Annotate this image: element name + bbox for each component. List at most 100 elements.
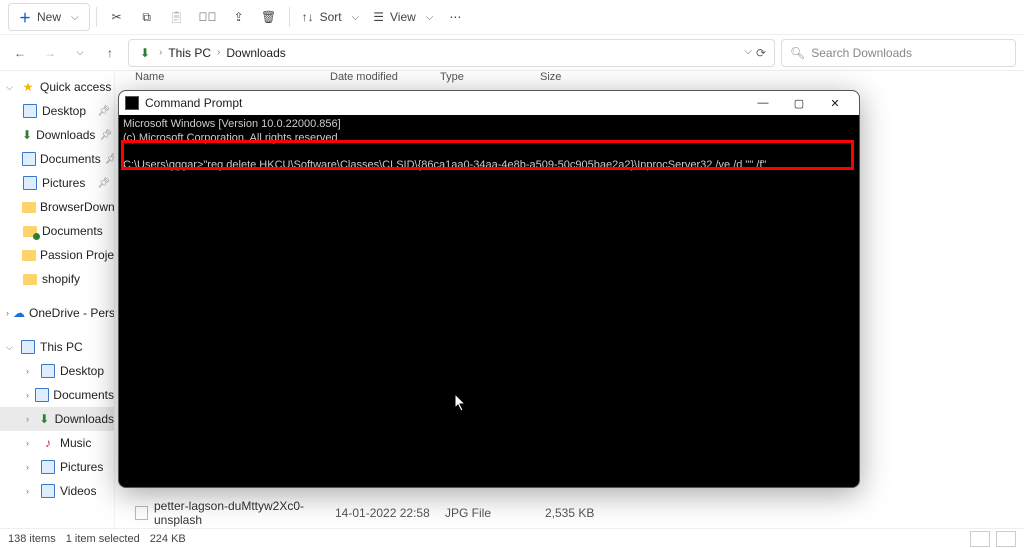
rename-button[interactable]: ✎⃞: [193, 3, 223, 31]
mouse-cursor: [455, 394, 467, 412]
sidebar-item-label: Documents: [42, 224, 103, 238]
sidebar-item-passion[interactable]: Passion Project: [0, 243, 114, 267]
refresh-button[interactable]: ⟳: [756, 46, 766, 60]
columns-header[interactable]: Name Date modified Type Size: [115, 71, 1024, 91]
sidebar-item-label: shopify: [42, 272, 80, 286]
view-icon: ☰: [373, 10, 384, 24]
address-bar[interactable]: ⬇ › This PC › Downloads ⌵ ⟳: [128, 39, 775, 67]
cmd-terminal[interactable]: Microsoft Windows [Version 10.0.22000.85…: [119, 115, 859, 487]
search-icon: 🔍︎: [790, 46, 805, 60]
pc-icon: [21, 340, 35, 354]
sidebar-onedrive[interactable]: ›☁OneDrive - Perso: [0, 301, 114, 325]
maximize-button[interactable]: ▢: [781, 91, 817, 115]
sort-label: Sort: [320, 10, 342, 24]
col-size[interactable]: Size: [540, 71, 640, 91]
sort-button[interactable]: ↑↓ Sort: [296, 3, 366, 31]
back-button[interactable]: ←: [8, 41, 32, 65]
share-icon: ⇪: [234, 10, 244, 24]
sidebar-item-label: Music: [60, 436, 91, 450]
rename-icon: ✎⃞: [199, 10, 217, 24]
sidebar-item-shopify[interactable]: shopify: [0, 267, 114, 291]
file-name: petter-lagson-duMttyw2Xc0-unsplash: [154, 499, 335, 527]
more-icon: ⋯: [449, 10, 461, 24]
up-button[interactable]: ↑: [98, 41, 122, 65]
col-type[interactable]: Type: [440, 71, 540, 91]
minimize-button[interactable]: —: [745, 91, 781, 115]
onedrive-label: OneDrive - Perso: [29, 306, 115, 320]
sidebar-pc-documents[interactable]: ›Documents: [0, 383, 114, 407]
sidebar-item-pictures[interactable]: Pictures 📌︎: [0, 171, 114, 195]
search-box[interactable]: 🔍︎ Search Downloads: [781, 39, 1016, 67]
file-row[interactable]: petter-lagson-duMttyw2Xc0-unsplash 14-01…: [135, 502, 645, 524]
downloads-icon: ⬇: [22, 127, 32, 143]
sidebar: ⌵★Quick access Desktop📌︎ ⬇Downloads📌︎ Do…: [0, 71, 115, 528]
close-button[interactable]: ✕: [817, 91, 853, 115]
copy-button[interactable]: ⧉: [133, 3, 161, 31]
col-date[interactable]: Date modified: [330, 71, 440, 91]
view-button[interactable]: ☰ View: [367, 3, 439, 31]
sidebar-pc-videos[interactable]: ›Videos: [0, 479, 114, 503]
sidebar-item-desktop[interactable]: Desktop📌︎: [0, 99, 114, 123]
folder-icon: [23, 226, 37, 237]
cut-button[interactable]: ✂: [103, 3, 131, 31]
sidebar-thispc[interactable]: ⌵This PC: [0, 335, 114, 359]
more-button[interactable]: ⋯: [441, 3, 469, 31]
view-details-button[interactable]: [970, 531, 990, 547]
sidebar-pc-downloads[interactable]: ›⬇Downloads: [0, 407, 114, 431]
new-button[interactable]: ＋ New: [8, 3, 90, 31]
forward-button[interactable]: →: [38, 41, 62, 65]
chevron-down-icon[interactable]: ⌵: [744, 46, 752, 60]
chevron-right-icon: ›: [217, 47, 220, 58]
recent-dropdown[interactable]: ⌵: [68, 41, 92, 65]
file-icon: [135, 506, 148, 520]
cmd-line1: Microsoft Windows [Version 10.0.22000.85…: [123, 118, 341, 130]
sidebar-pc-music[interactable]: ›♪Music: [0, 431, 114, 455]
separator: [289, 7, 290, 27]
highlight-box: [121, 140, 854, 170]
separator: [96, 7, 97, 27]
sidebar-item-browserdl[interactable]: BrowserDownlo: [0, 195, 114, 219]
cmd-titlebar[interactable]: Command Prompt — ▢ ✕: [119, 91, 859, 115]
sidebar-item-downloads[interactable]: ⬇Downloads📌︎: [0, 123, 114, 147]
status-items: 138 items: [8, 533, 56, 545]
sidebar-item-label: Pictures: [60, 460, 103, 474]
thispc-label: This PC: [40, 340, 83, 354]
sidebar-pc-desktop[interactable]: ›Desktop: [0, 359, 114, 383]
sidebar-quick-access[interactable]: ⌵★Quick access: [0, 75, 114, 99]
sidebar-item-label: Pictures: [42, 176, 85, 190]
paste-button[interactable]: 📋︎: [163, 3, 191, 31]
sidebar-item-documents[interactable]: Documents📌︎: [0, 147, 114, 171]
col-name[interactable]: Name: [115, 71, 330, 91]
documents-icon: [22, 152, 36, 166]
pin-icon: 📌︎: [97, 178, 110, 189]
sidebar-item-documents2[interactable]: Documents: [0, 219, 114, 243]
share-button[interactable]: ⇪: [225, 3, 253, 31]
plus-icon: ＋: [19, 9, 31, 26]
sidebar-pc-pictures[interactable]: ›Pictures: [0, 455, 114, 479]
breadcrumb-downloads[interactable]: Downloads: [226, 46, 285, 60]
sidebar-item-label: Videos: [60, 484, 96, 498]
breadcrumb-thispc[interactable]: This PC: [168, 46, 211, 60]
downloads-icon: ⬇: [38, 411, 51, 427]
toolbar: ＋ New ✂ ⧉ 📋︎ ✎⃞ ⇪ 🗑︎ ↑↓ Sort ☰ View ⋯: [0, 0, 1024, 35]
file-date: 14-01-2022 22:58: [335, 506, 445, 520]
view-icons-button[interactable]: [996, 531, 1016, 547]
downloads-icon: ⬇: [137, 45, 153, 61]
view-label: View: [390, 10, 416, 24]
command-prompt-window[interactable]: Command Prompt — ▢ ✕ Microsoft Windows […: [118, 90, 860, 488]
quick-access-label: Quick access: [40, 80, 111, 94]
delete-icon: 🗑︎: [261, 10, 276, 24]
desktop-icon: [23, 104, 37, 118]
file-size: 2,535 KB: [545, 506, 645, 520]
status-selected: 1 item selected: [66, 533, 140, 545]
folder-icon: [22, 250, 36, 261]
sidebar-item-label: Downloads: [36, 128, 95, 142]
star-icon: ★: [20, 79, 36, 95]
search-placeholder: Search Downloads: [811, 46, 912, 60]
sidebar-item-label: Documents: [53, 388, 114, 402]
folder-icon: [22, 202, 36, 213]
onedrive-icon: ☁: [13, 305, 25, 321]
delete-button[interactable]: 🗑︎: [255, 3, 283, 31]
pictures-icon: [23, 176, 37, 190]
sidebar-item-label: Desktop: [60, 364, 104, 378]
